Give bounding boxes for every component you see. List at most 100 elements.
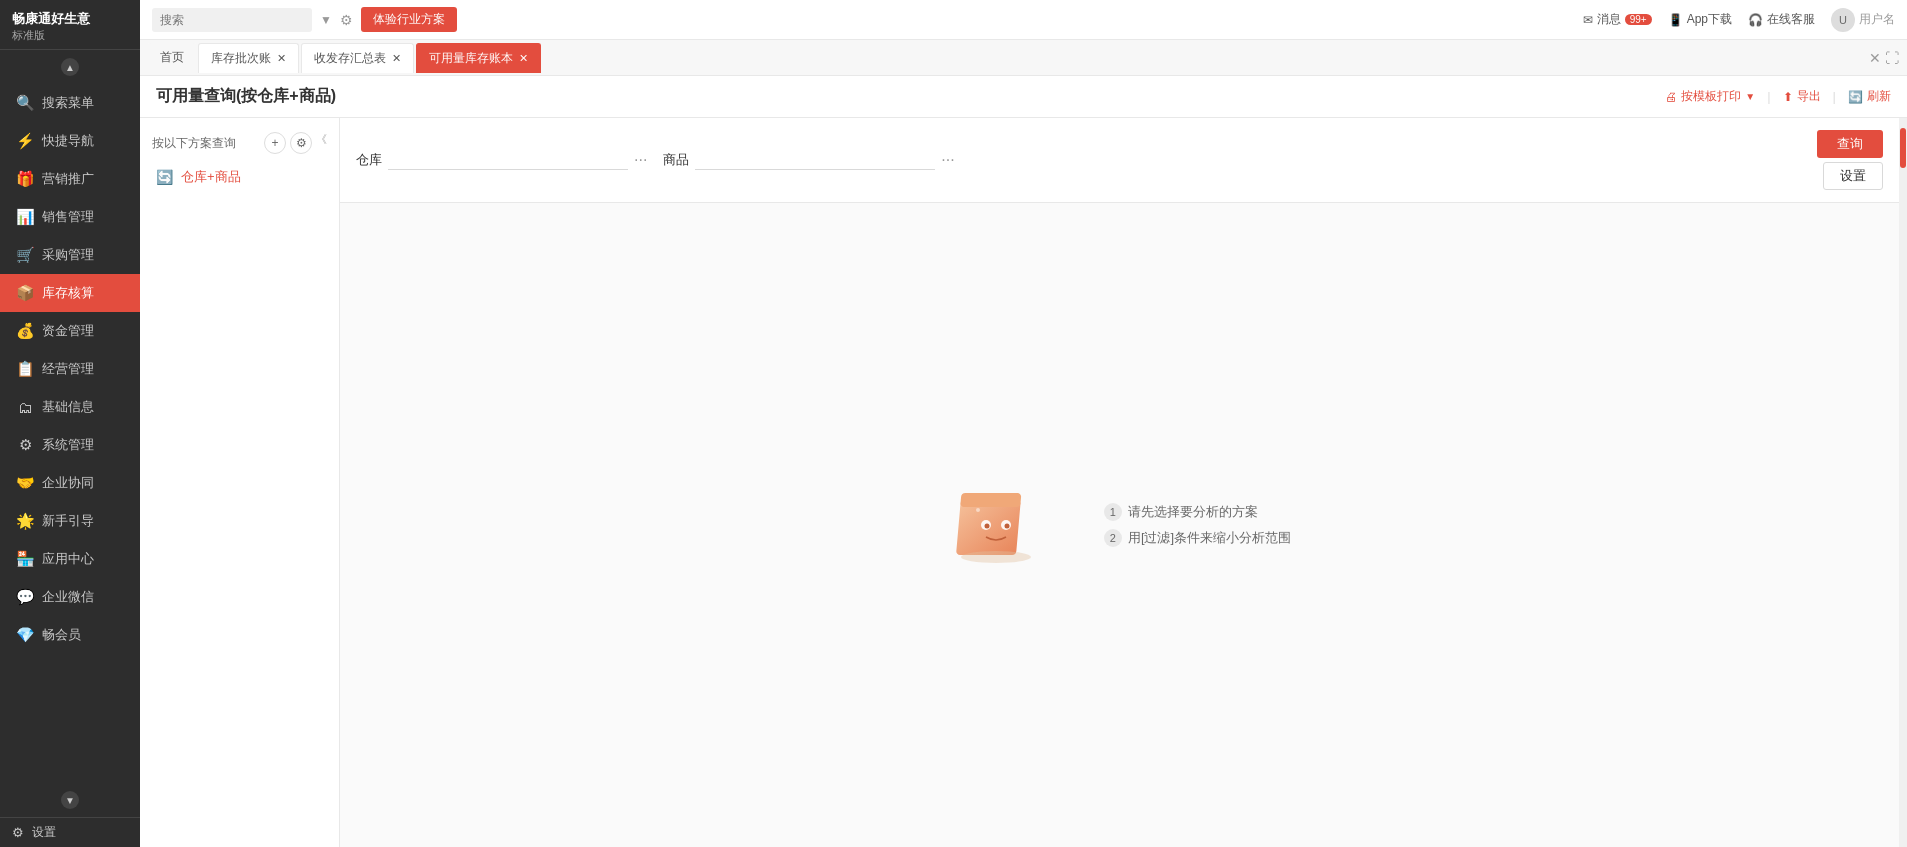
- close-batch-account-icon[interactable]: ✕: [277, 52, 286, 65]
- print-btn[interactable]: 🖨 按模板打印 ▼: [1665, 88, 1755, 105]
- svg-point-6: [976, 508, 980, 512]
- sidebar-item-member[interactable]: 💎 畅会员: [0, 616, 140, 654]
- warehouse-goods-icon: 🔄: [156, 169, 173, 185]
- sidebar-item-wechat[interactable]: 💬 企业微信: [0, 578, 140, 616]
- app-download-label: App下载: [1687, 11, 1732, 28]
- sidebar-item-label: 基础信息: [42, 398, 94, 416]
- filter-panel-header: 按以下方案查询 + ⚙ 《: [140, 128, 339, 162]
- goods-label: 商品: [663, 151, 689, 169]
- query-panel: 仓库 ··· 商品 ··· 查询 设置: [340, 118, 1899, 847]
- sidebar-item-system[interactable]: ⚙ 系统管理: [0, 426, 140, 464]
- page-header: 可用量查询(按仓库+商品) 🖨 按模板打印 ▼ | ⬆ 导出 | 🔄 刷新: [140, 76, 1907, 118]
- right-scrollbar: [1899, 118, 1907, 847]
- svg-point-4: [984, 524, 989, 529]
- sidebar-nav: 🔍 搜索菜单 ⚡ 快捷导航 🎁 营销推广 📊 销售管理 🛒 采购管理 📦: [0, 84, 140, 783]
- tab-home[interactable]: 首页: [148, 43, 196, 73]
- sidebar-item-label: 企业协同: [42, 474, 94, 492]
- empty-hints: 1 请先选择要分析的方案 2 用[过滤]条件来缩小分析范围: [1104, 503, 1291, 547]
- customer-service-btn[interactable]: 🎧 在线客服: [1748, 11, 1815, 28]
- print-chevron-icon[interactable]: ▼: [1745, 91, 1755, 102]
- add-filter-btn[interactable]: +: [264, 132, 286, 154]
- sidebar-item-appstore[interactable]: 🏪 应用中心: [0, 540, 140, 578]
- headset-icon: 🎧: [1748, 13, 1763, 27]
- main-area: ▼ ⚙ 体验行业方案 ✉ 消息 99+ 📱 App下载 🎧 在线客服 U: [140, 0, 1907, 847]
- home-tab-label: 首页: [160, 49, 184, 66]
- filter-panel-title: 按以下方案查询: [152, 135, 236, 152]
- scroll-down-btn[interactable]: ▼: [61, 791, 79, 809]
- settings-filter-btn[interactable]: ⚙: [290, 132, 312, 154]
- sidebar-item-collab[interactable]: 🤝 企业协同: [0, 464, 140, 502]
- warehouse-dots-icon[interactable]: ···: [634, 151, 647, 169]
- warehouse-label: 仓库: [356, 151, 382, 169]
- query-btn[interactable]: 查询: [1817, 130, 1883, 158]
- base-icon: 🗂: [16, 399, 34, 416]
- close-window-btn[interactable]: ✕: [1869, 50, 1881, 66]
- hint-text-1: 请先选择要分析的方案: [1128, 503, 1258, 521]
- gear-icon[interactable]: ⚙: [340, 12, 353, 28]
- tab-available-ledger[interactable]: 可用量库存账本 ✕: [416, 43, 541, 73]
- goods-dots-icon[interactable]: ···: [941, 151, 954, 169]
- chevron-down-icon[interactable]: ▼: [320, 13, 332, 27]
- collapse-filter-btn[interactable]: 《: [316, 132, 327, 154]
- user-name: 用户名: [1859, 11, 1895, 28]
- scroll-up-btn[interactable]: ▲: [61, 58, 79, 76]
- brand-name: 畅康通好生意: [12, 10, 128, 28]
- wechat-icon: 💬: [16, 588, 34, 606]
- scrollbar-thumb[interactable]: [1900, 128, 1906, 168]
- hint-item-2: 2 用[过滤]条件来缩小分析范围: [1104, 529, 1291, 547]
- operations-icon: 📋: [16, 360, 34, 378]
- hint-text-2: 用[过滤]条件来缩小分析范围: [1128, 529, 1291, 547]
- empty-content: 1 请先选择要分析的方案 2 用[过滤]条件来缩小分析范围: [948, 475, 1291, 575]
- expand-window-btn[interactable]: ⛶: [1885, 50, 1899, 66]
- page-title: 可用量查询(按仓库+商品): [156, 86, 336, 107]
- close-receive-summary-icon[interactable]: ✕: [392, 52, 401, 65]
- messages-label: 消息: [1597, 11, 1621, 28]
- purchase-icon: 🛒: [16, 246, 34, 264]
- warehouse-input[interactable]: [388, 150, 628, 170]
- sidebar-item-operations[interactable]: 📋 经营管理: [0, 350, 140, 388]
- sidebar-item-marketing[interactable]: 🎁 营销推广: [0, 160, 140, 198]
- settings-label: 设置: [32, 824, 56, 841]
- sidebar-item-label: 采购管理: [42, 246, 94, 264]
- sidebar-item-finance[interactable]: 💰 资金管理: [0, 312, 140, 350]
- sidebar-item-search[interactable]: 🔍 搜索菜单: [0, 84, 140, 122]
- user-avatar[interactable]: U 用户名: [1831, 8, 1895, 32]
- hint-item-1: 1 请先选择要分析的方案: [1104, 503, 1291, 521]
- header-actions: 🖨 按模板打印 ▼ | ⬆ 导出 | 🔄 刷新: [1665, 88, 1891, 105]
- shortcut-icon: ⚡: [16, 132, 34, 150]
- collab-icon: 🤝: [16, 474, 34, 492]
- settings-btn[interactable]: 设置: [1823, 162, 1883, 190]
- mobile-icon: 📱: [1668, 13, 1683, 27]
- messages-btn[interactable]: ✉ 消息 99+: [1583, 11, 1652, 28]
- sidebar-item-sales[interactable]: 📊 销售管理: [0, 198, 140, 236]
- sidebar-settings[interactable]: ⚙ 设置: [0, 817, 140, 847]
- goods-input[interactable]: [695, 150, 935, 170]
- search-input[interactable]: [152, 8, 312, 32]
- tab-receive-summary[interactable]: 收发存汇总表 ✕: [301, 43, 414, 73]
- industry-btn[interactable]: 体验行业方案: [361, 7, 457, 32]
- sidebar-item-guide[interactable]: 🌟 新手引导: [0, 502, 140, 540]
- appstore-icon: 🏪: [16, 550, 34, 568]
- sidebar-item-shortcut[interactable]: ⚡ 快捷导航: [0, 122, 140, 160]
- filter-item-warehouse-goods[interactable]: 🔄 仓库+商品: [140, 162, 339, 192]
- content-area: 按以下方案查询 + ⚙ 《 🔄 仓库+商品 仓库: [140, 118, 1907, 847]
- sidebar-item-base[interactable]: 🗂 基础信息: [0, 388, 140, 426]
- tab-batch-account[interactable]: 库存批次账 ✕: [198, 43, 299, 73]
- sidebar-item-label: 快捷导航: [42, 132, 94, 150]
- svg-rect-1: [960, 493, 1021, 507]
- sidebar-item-purchase[interactable]: 🛒 采购管理: [0, 236, 140, 274]
- empty-state: 1 请先选择要分析的方案 2 用[过滤]条件来缩小分析范围: [340, 203, 1899, 847]
- sidebar-item-label: 库存核算: [42, 284, 94, 302]
- batch-account-tab-label: 库存批次账: [211, 50, 271, 67]
- query-filters: 仓库 ··· 商品 ··· 查询 设置: [340, 118, 1899, 203]
- sidebar-item-label: 企业微信: [42, 588, 94, 606]
- app-download-btn[interactable]: 📱 App下载: [1668, 11, 1732, 28]
- export-btn[interactable]: ⬆ 导出: [1783, 88, 1821, 105]
- sidebar-item-inventory[interactable]: 📦 库存核算: [0, 274, 140, 312]
- system-icon: ⚙: [16, 436, 34, 454]
- sidebar-item-label: 畅会员: [42, 626, 81, 644]
- refresh-btn[interactable]: 🔄 刷新: [1848, 88, 1891, 105]
- sidebar-item-label: 经营管理: [42, 360, 94, 378]
- sidebar-item-label: 营销推广: [42, 170, 94, 188]
- close-available-ledger-icon[interactable]: ✕: [519, 52, 528, 65]
